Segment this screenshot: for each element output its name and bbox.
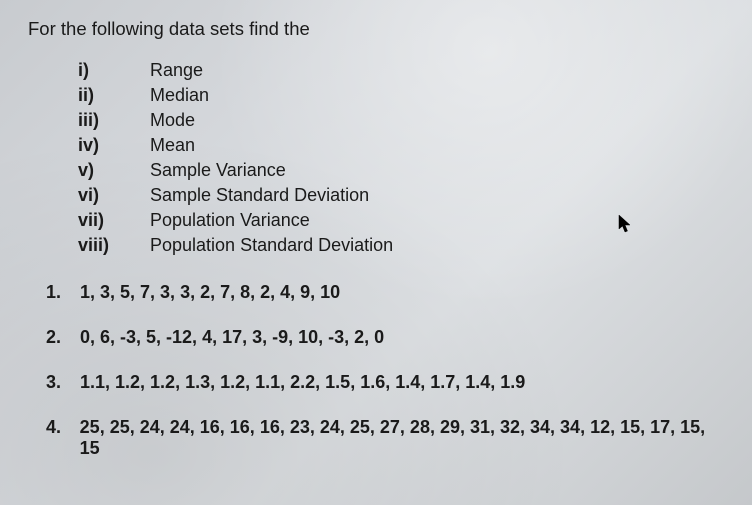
item-label: Sample Standard Deviation: [150, 185, 369, 206]
item-marker: ii): [78, 85, 150, 106]
datasets-list: 1. 1, 3, 5, 7, 3, 3, 2, 7, 8, 2, 4, 9, 1…: [46, 282, 724, 459]
item-label: Median: [150, 85, 209, 106]
item-marker: viii): [78, 235, 150, 256]
item-marker: v): [78, 160, 150, 181]
item-label: Range: [150, 60, 203, 81]
cursor-icon: [618, 214, 632, 234]
list-item: viii) Population Standard Deviation: [78, 235, 724, 256]
list-item: iv) Mean: [78, 135, 724, 156]
item-marker: iii): [78, 110, 150, 131]
item-label: Mean: [150, 135, 195, 156]
item-marker: vii): [78, 210, 150, 231]
list-item: i) Range: [78, 60, 724, 81]
dataset-marker: 2.: [46, 327, 80, 348]
question-heading: For the following data sets find the: [28, 18, 724, 40]
list-item: iii) Mode: [78, 110, 724, 131]
dataset-marker: 4.: [46, 417, 80, 459]
item-label: Sample Variance: [150, 160, 286, 181]
dataset-values: 1, 3, 5, 7, 3, 3, 2, 7, 8, 2, 4, 9, 10: [80, 282, 340, 303]
dataset-row: 3. 1.1, 1.2, 1.2, 1.3, 1.2, 1.1, 2.2, 1.…: [46, 372, 724, 393]
dataset-marker: 1.: [46, 282, 80, 303]
item-label: Population Standard Deviation: [150, 235, 393, 256]
item-label: Population Variance: [150, 210, 310, 231]
dataset-values: 25, 25, 24, 24, 16, 16, 16, 23, 24, 25, …: [80, 417, 724, 459]
item-marker: iv): [78, 135, 150, 156]
dataset-row: 4. 25, 25, 24, 24, 16, 16, 16, 23, 24, 2…: [46, 417, 724, 459]
item-marker: i): [78, 60, 150, 81]
dataset-row: 1. 1, 3, 5, 7, 3, 3, 2, 7, 8, 2, 4, 9, 1…: [46, 282, 724, 303]
item-label: Mode: [150, 110, 195, 131]
item-marker: vi): [78, 185, 150, 206]
list-item: vi) Sample Standard Deviation: [78, 185, 724, 206]
dataset-values: 0, 6, -3, 5, -12, 4, 17, 3, -9, 10, -3, …: [80, 327, 384, 348]
list-item: ii) Median: [78, 85, 724, 106]
dataset-values: 1.1, 1.2, 1.2, 1.3, 1.2, 1.1, 2.2, 1.5, …: [80, 372, 525, 393]
dataset-row: 2. 0, 6, -3, 5, -12, 4, 17, 3, -9, 10, -…: [46, 327, 724, 348]
list-item: v) Sample Variance: [78, 160, 724, 181]
dataset-marker: 3.: [46, 372, 80, 393]
